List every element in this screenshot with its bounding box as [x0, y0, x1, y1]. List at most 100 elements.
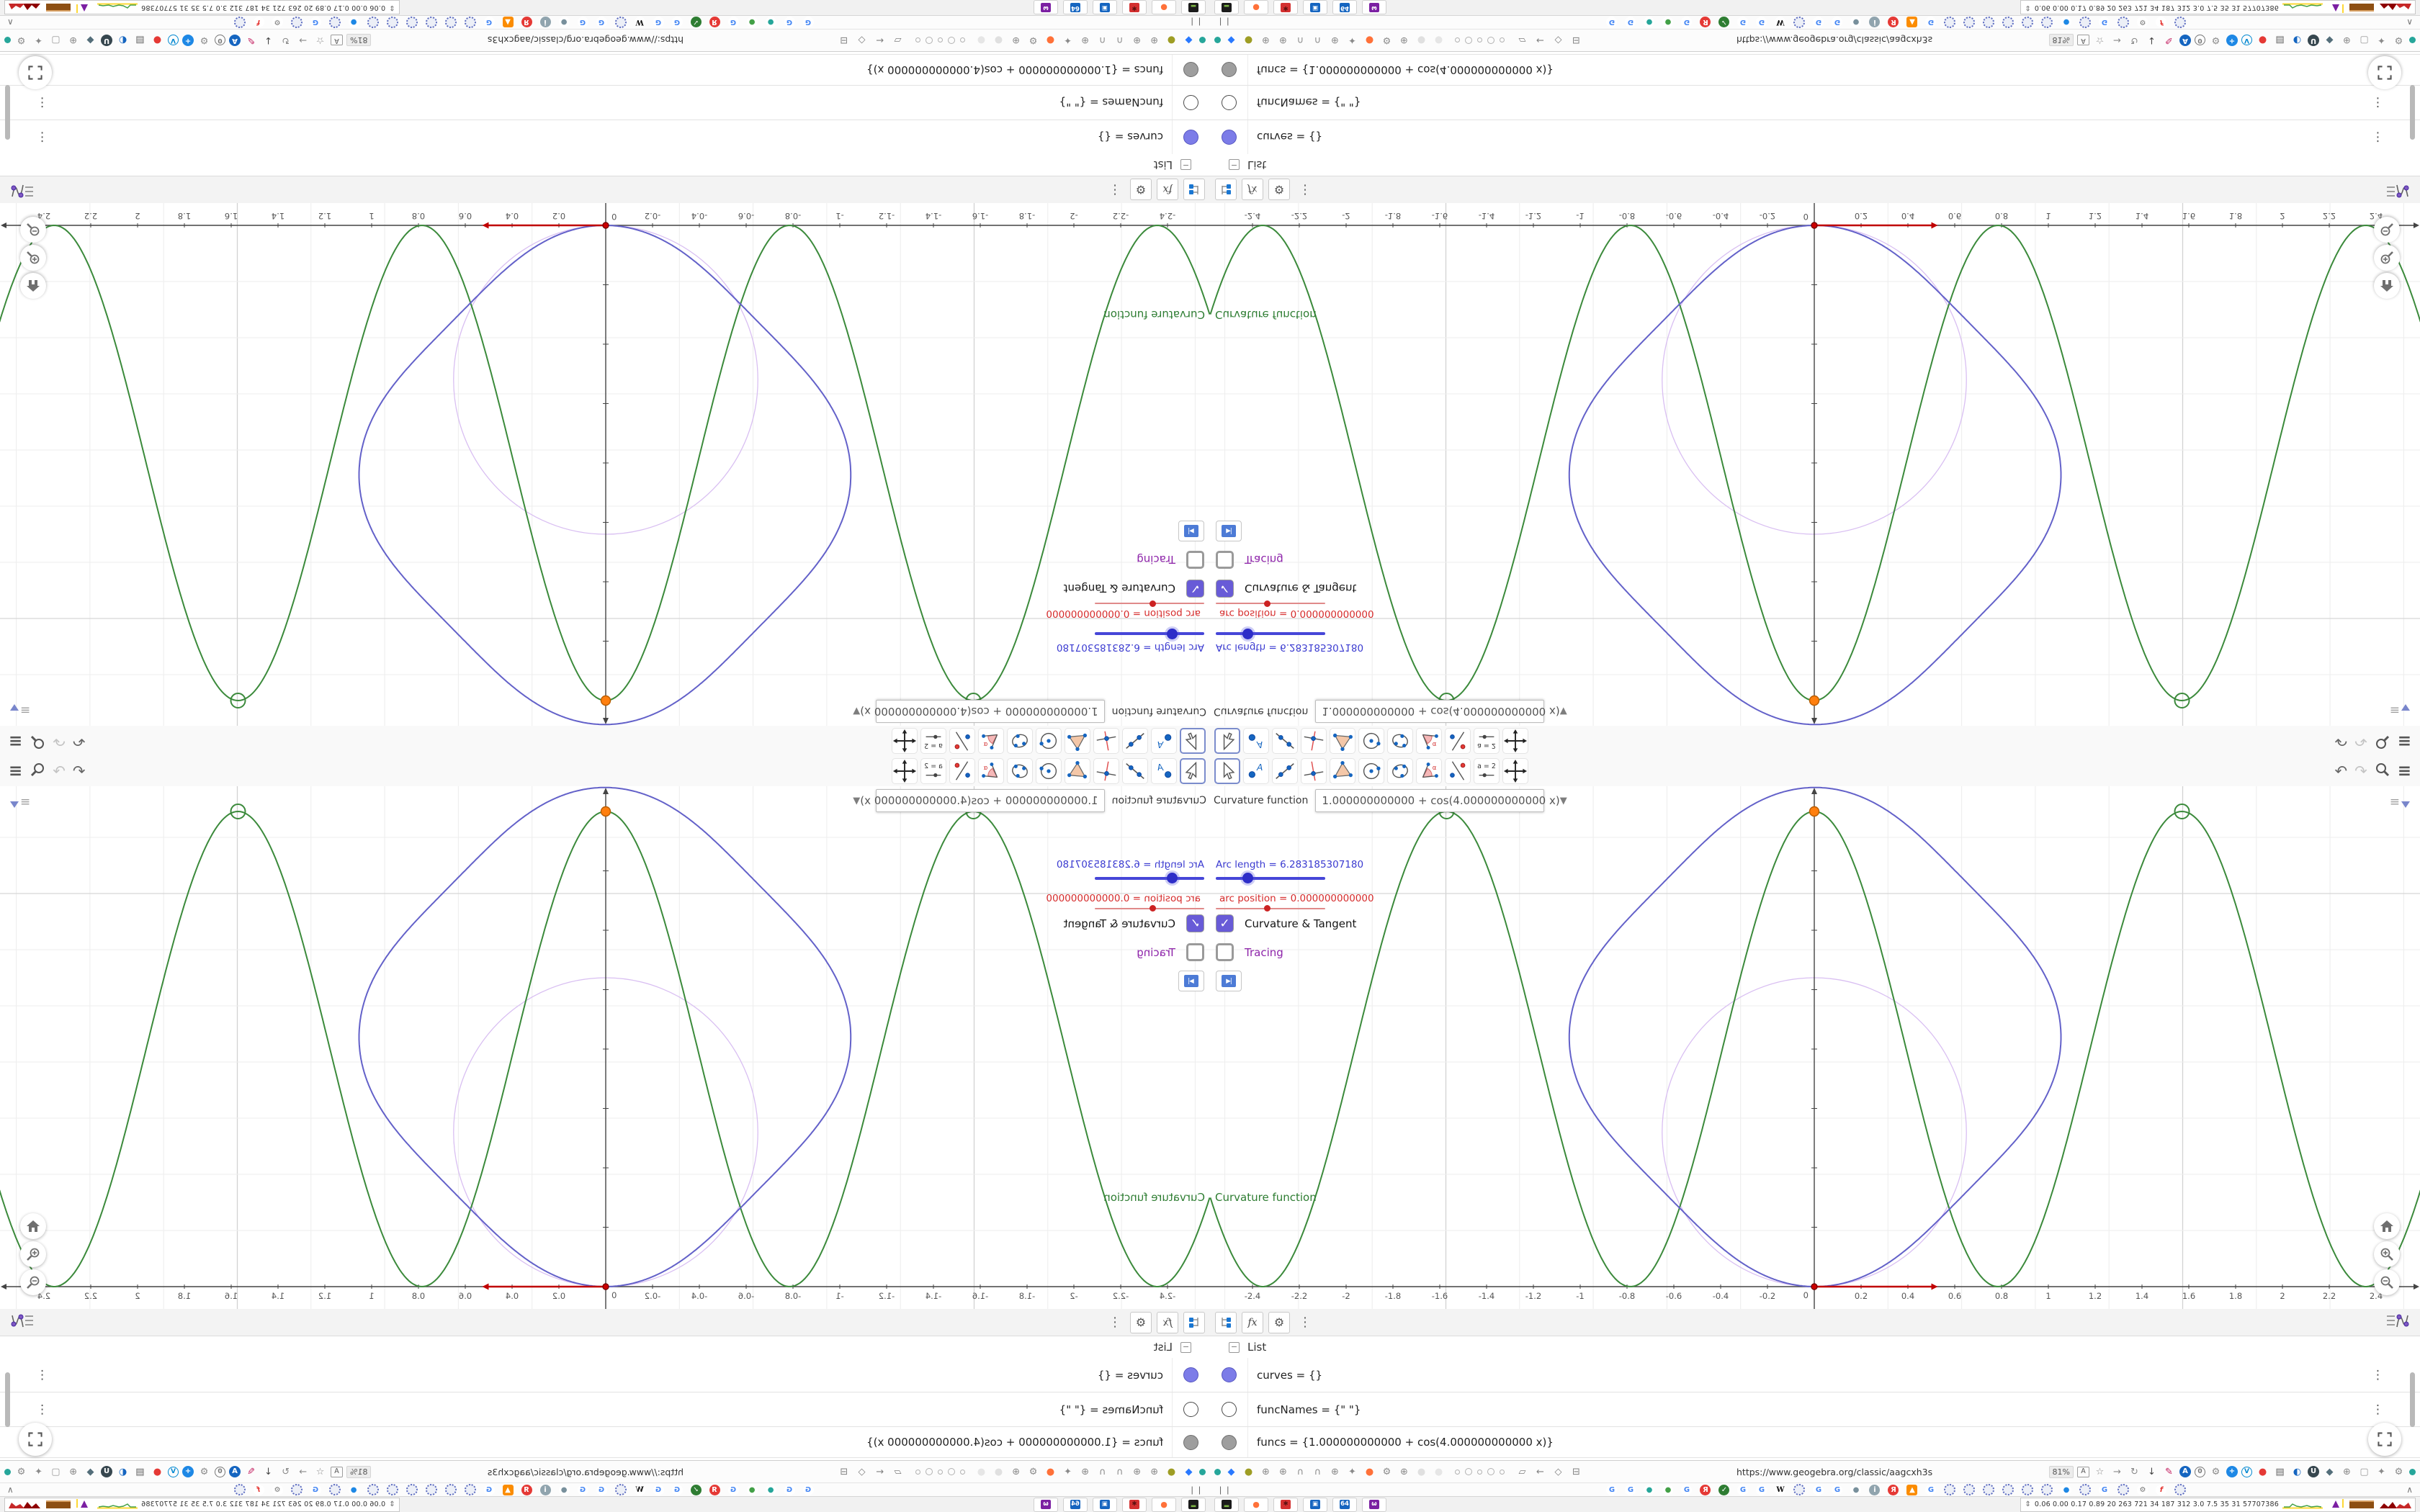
firefox-app-icon[interactable]: ●	[1152, 0, 1176, 15]
visibility-toggle[interactable]	[1183, 1367, 1199, 1382]
favicon[interactable]: ●	[1850, 1484, 1862, 1495]
fx-icon[interactable]: fx	[1242, 1311, 1263, 1333]
monitor-app-icon[interactable]: ▣	[1093, 1497, 1117, 1512]
favicon[interactable]: G	[1813, 17, 1824, 28]
collapsed-extension-dot[interactable]	[1477, 37, 1482, 43]
wrench-icon[interactable]: ✦	[2375, 1465, 2388, 1479]
tool-angle[interactable]: α	[978, 728, 1004, 754]
gear-icon[interactable]: ⚙	[14, 1465, 28, 1479]
arc-position-slider-knob[interactable]	[1264, 905, 1270, 912]
folder-icon[interactable]: ▱	[1515, 34, 1529, 48]
translate-icon[interactable]: A	[2179, 35, 2191, 46]
star-icon[interactable]: ☆	[313, 34, 327, 48]
search-icon[interactable]	[2375, 732, 2390, 750]
tool-slider[interactable]: a = 2	[1474, 758, 1500, 784]
curvature-tangent-checkbox[interactable]: ✓	[1216, 914, 1234, 932]
favicon[interactable]: ⚙	[2137, 17, 2148, 28]
download-icon[interactable]: ↓	[2145, 1465, 2159, 1479]
tool-circle-with-center[interactable]	[1036, 728, 1062, 754]
favicon[interactable]: G	[784, 17, 795, 28]
favicon[interactable]: G	[727, 1484, 739, 1495]
reader-icon[interactable]: A	[2077, 1466, 2089, 1477]
graphics-view[interactable]: -2.4 -2.2 -2 -1.8 -1.6 -1.4 -1.2 -1 -0.8 -0.6 -0.4…	[1210, 786, 2420, 1309]
scrollbar[interactable]	[2410, 85, 2415, 140]
favicon[interactable]: ⚙	[272, 17, 283, 28]
algebra-row[interactable]: funcNames = {" "} ⋮	[0, 85, 1210, 120]
firefox-icon[interactable]: ●	[1044, 1465, 1057, 1479]
highlighter-icon[interactable]: ✎	[244, 34, 258, 48]
redo-icon[interactable]: ↷	[53, 762, 66, 780]
translate-icon[interactable]: A	[229, 35, 241, 46]
star-icon[interactable]: ☆	[2093, 1465, 2107, 1479]
search-icon[interactable]	[2375, 762, 2390, 780]
favicon[interactable]: ●	[1644, 1484, 1655, 1495]
algebra-row[interactable]: curves = {} ⋮	[0, 120, 1210, 154]
visibility-toggle[interactable]	[1221, 1402, 1237, 1417]
function-dropdown[interactable]: 1.000000000000 + cos(4.000000000000 x) ▼	[1315, 789, 1567, 812]
favicon[interactable]	[1944, 1484, 1956, 1495]
highlighter-icon[interactable]: ✎	[244, 1465, 258, 1479]
favicon[interactable]: Я	[521, 17, 532, 28]
favicon[interactable]	[2022, 1484, 2034, 1495]
globe-icon[interactable]: ⊕	[1147, 34, 1161, 48]
favicon[interactable]	[614, 1484, 627, 1495]
tool-move-graphics-view[interactable]	[1502, 758, 1528, 784]
favicon[interactable]	[2174, 17, 2187, 28]
wrench-icon[interactable]: ✦	[2375, 34, 2388, 48]
forward-icon[interactable]: →	[2110, 34, 2124, 48]
pointer-icon[interactable]: ▢	[2357, 34, 2371, 48]
chevron-up-icon[interactable]: ∧	[7, 17, 14, 27]
tree-view-icon[interactable]	[1215, 179, 1237, 201]
arc-length-slider[interactable]	[1095, 873, 1204, 883]
faded-icon[interactable]: ●	[992, 34, 1005, 48]
trash-icon[interactable]: ▤	[133, 1465, 147, 1479]
olive-icon[interactable]: ●	[1165, 1465, 1178, 1479]
favicon[interactable]	[2118, 17, 2130, 28]
favicon[interactable]: G	[802, 17, 814, 28]
gear-icon[interactable]: ⚙	[197, 34, 211, 48]
favicon[interactable]	[1983, 17, 1995, 28]
favicon[interactable]: Я	[521, 1484, 532, 1495]
arc-position-slider[interactable]	[1095, 905, 1204, 912]
globe-icon[interactable]: ⊕	[1397, 34, 1411, 48]
favicon[interactable]: Я	[709, 17, 720, 28]
back-icon[interactable]: ←	[873, 34, 887, 48]
favicon[interactable]: G	[483, 1484, 495, 1495]
record-icon[interactable]: ●	[151, 34, 164, 48]
gear-icon[interactable]: ⚙	[1268, 179, 1290, 201]
globe-icon[interactable]: ⊕	[1130, 34, 1144, 48]
collapsed-extension-dot[interactable]	[926, 1468, 933, 1475]
redo-icon[interactable]: ↷	[53, 733, 66, 750]
ublock-icon[interactable]: U	[2308, 1466, 2319, 1477]
favicon[interactable]: f	[253, 17, 264, 28]
algebra-row[interactable]: curves = {} ⋮	[1210, 120, 2420, 154]
shield-icon[interactable]: ◇	[1551, 34, 1565, 48]
tool-perpendicular-line[interactable]	[1093, 728, 1119, 754]
gauge-icon[interactable]: ∩	[1113, 34, 1126, 48]
tool-conic-through-points[interactable]	[1387, 728, 1413, 754]
favicon[interactable]: ●	[1662, 17, 1674, 28]
fullscreen-button[interactable]	[2368, 56, 2401, 89]
globe-icon[interactable]: ⊕	[1130, 1465, 1144, 1479]
zoom-out-button[interactable]	[20, 217, 46, 243]
favicon[interactable]: ✓	[1718, 17, 1730, 28]
chat-app-icon[interactable]: ω	[1362, 0, 1386, 15]
tree-view-icon[interactable]	[1183, 179, 1205, 201]
olive-icon[interactable]: ●	[1165, 34, 1178, 48]
favicon[interactable]: ●	[2061, 1484, 2072, 1495]
tool-perpendicular-line[interactable]	[1301, 728, 1327, 754]
favicon[interactable]	[233, 17, 246, 28]
zoom-out-button[interactable]	[2374, 217, 2400, 243]
monitor-app-icon[interactable]: ▣	[1303, 1497, 1327, 1512]
favicon[interactable]	[464, 17, 476, 28]
globe-icon[interactable]: ⊕	[2340, 1465, 2354, 1479]
tool-move[interactable]	[1214, 728, 1240, 754]
tool-line-through-two-points[interactable]	[1122, 728, 1148, 754]
zoom-out-button[interactable]	[20, 1269, 46, 1295]
visibility-toggle[interactable]	[1183, 95, 1199, 110]
trash-icon[interactable]: ▤	[2273, 34, 2287, 48]
favicon[interactable]: Я	[1700, 1484, 1711, 1495]
zoom-level-badge[interactable]: 81%	[2048, 1465, 2074, 1478]
globe-icon[interactable]: ⊕	[66, 34, 80, 48]
record-icon[interactable]: ●	[2256, 1465, 2269, 1479]
